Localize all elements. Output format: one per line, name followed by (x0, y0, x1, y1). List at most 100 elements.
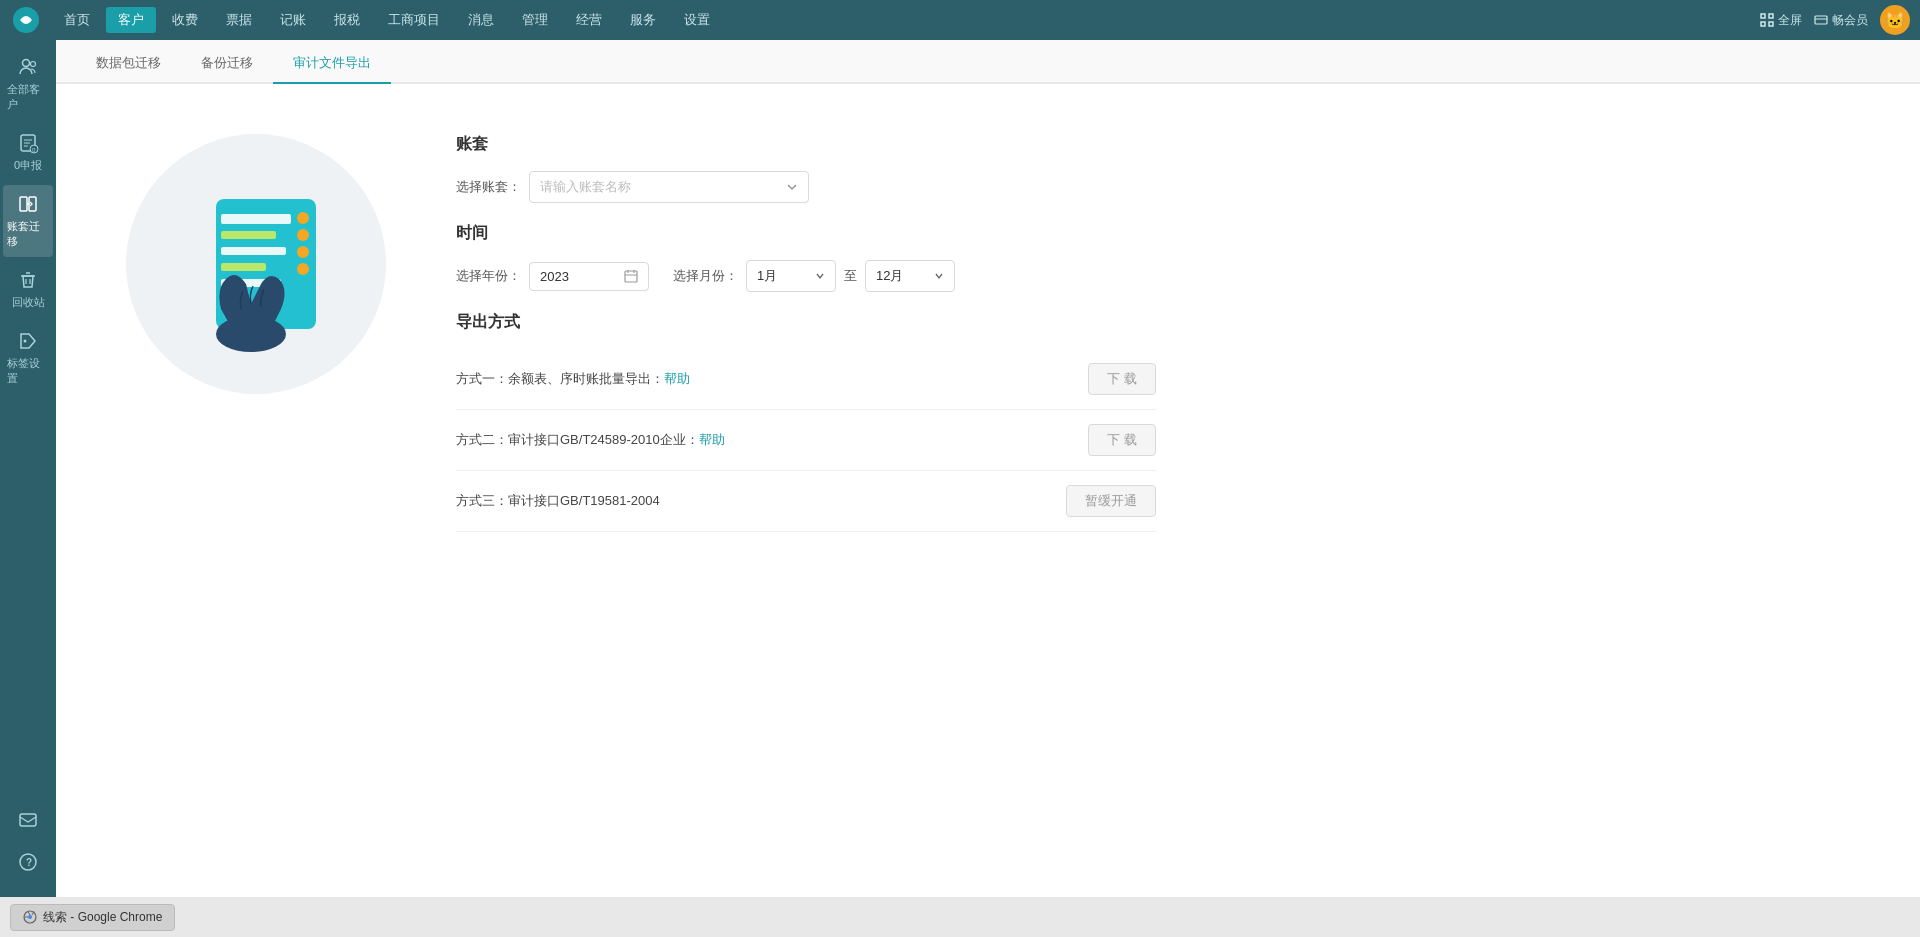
month-start-value: 1月 (757, 267, 777, 285)
nav-invoice[interactable]: 票据 (214, 7, 264, 33)
illustration-area (116, 124, 396, 404)
nav-message[interactable]: 消息 (456, 7, 506, 33)
month-label: 选择月份： (673, 267, 738, 285)
export-method-3-vip-btn[interactable]: 暂缓开通 (1066, 485, 1156, 517)
svg-rect-20 (221, 231, 276, 239)
svg-point-31 (28, 915, 32, 919)
sidebar-item-migrate[interactable]: 账套迁移 (3, 185, 53, 257)
svg-point-7 (23, 60, 30, 67)
svg-point-14 (24, 340, 27, 343)
fullscreen-label: 全屏 (1778, 12, 1802, 29)
svg-point-24 (297, 212, 309, 224)
export-method-1-help[interactable]: 帮助 (664, 371, 690, 386)
account-set-title: 账套 (456, 134, 1156, 155)
time-row: 选择年份： 2023 选择月份： 1月 (456, 260, 1156, 292)
app-logo (10, 4, 42, 36)
export-method-2-help[interactable]: 帮助 (699, 432, 725, 447)
export-method-2: 方式二：审计接口GB/T24589-2010企业：帮助 下 载 (456, 410, 1156, 471)
time-title: 时间 (456, 223, 1156, 244)
nav-service[interactable]: 服务 (618, 7, 668, 33)
account-set-placeholder: 请输入账套名称 (540, 178, 631, 196)
svg-text:?: ? (26, 857, 32, 868)
taskbar: 线索 - Google Chrome (0, 897, 1920, 937)
export-method-1-label: 方式一：余额表、序时账批量导出：帮助 (456, 370, 690, 388)
sidebar-item-all-customers[interactable]: 全部客户 (3, 48, 53, 120)
svg-rect-3 (1769, 14, 1773, 18)
svg-rect-4 (1761, 22, 1765, 26)
chrome-icon (23, 910, 37, 924)
sidebar-label-trash: 回收站 (12, 295, 45, 310)
chevron-down-icon-month-start (815, 271, 825, 281)
svg-rect-21 (221, 247, 286, 255)
svg-point-1 (23, 17, 29, 23)
svg-point-27 (297, 263, 309, 275)
nav-bookkeeping[interactable]: 记账 (268, 7, 318, 33)
nav-settings[interactable]: 设置 (672, 7, 722, 33)
top-nav: 首页 客户 收费 票据 记账 报税 工商项目 消息 管理 经营 服务 设置 全屏 (0, 0, 1920, 40)
tab-audit-export[interactable]: 审计文件导出 (273, 44, 391, 84)
chevron-down-icon-month-end (934, 271, 944, 281)
fullscreen-button[interactable]: 全屏 (1760, 12, 1802, 29)
svg-rect-19 (221, 214, 291, 224)
left-sidebar: 全部客户 0 0申报 账套迁移 回收站 (0, 40, 56, 897)
form-area: 账套 选择账套： 请输入账套名称 时间 选择年份： 20 (456, 124, 1156, 532)
content-area: 数据包迁移 备份迁移 审计文件导出 (56, 40, 1920, 897)
sidebar-label-zero-report: 0申报 (14, 158, 42, 173)
month-end-value: 12月 (876, 267, 903, 285)
nav-customer[interactable]: 客户 (106, 7, 156, 33)
sidebar-item-help[interactable]: ? (3, 843, 53, 881)
tab-bar: 数据包迁移 备份迁移 审计文件导出 (56, 40, 1920, 84)
year-label: 选择年份： (456, 267, 521, 285)
export-title: 导出方式 (456, 312, 1156, 333)
export-method-3-label: 方式三：审计接口GB/T19581-2004 (456, 492, 660, 510)
svg-point-25 (297, 229, 309, 241)
sidebar-label-all-customers: 全部客户 (7, 82, 49, 112)
svg-rect-22 (221, 263, 266, 271)
tab-data-migrate[interactable]: 数据包迁移 (76, 44, 181, 84)
account-set-row: 选择账套： 请输入账套名称 (456, 171, 1156, 203)
tab-backup-migrate[interactable]: 备份迁移 (181, 44, 273, 84)
export-method-3: 方式三：审计接口GB/T19581-2004 暂缓开通 (456, 471, 1156, 532)
year-input[interactable]: 2023 (529, 262, 649, 291)
user-avatar[interactable]: 🐱 (1880, 5, 1910, 35)
nav-business[interactable]: 工商项目 (376, 7, 452, 33)
taskbar-chrome-btn[interactable]: 线索 - Google Chrome (10, 904, 175, 931)
illustration-circle (126, 134, 386, 394)
taskbar-chrome-label: 线索 - Google Chrome (43, 909, 162, 926)
export-method-1-download-btn[interactable]: 下 载 (1088, 363, 1156, 395)
nav-tax[interactable]: 报税 (322, 7, 372, 33)
calendar-icon (624, 269, 638, 283)
sidebar-bottom: ? (3, 801, 53, 889)
chevron-down-icon (786, 181, 798, 193)
nav-manage[interactable]: 管理 (510, 7, 560, 33)
page-content: 账套 选择账套： 请输入账套名称 时间 选择年份： 20 (56, 84, 1920, 897)
export-method-2-download-btn[interactable]: 下 载 (1088, 424, 1156, 456)
nav-operation[interactable]: 经营 (564, 7, 614, 33)
nav-fee[interactable]: 收费 (160, 7, 210, 33)
svg-rect-12 (20, 197, 27, 211)
sidebar-label-migrate: 账套迁移 (7, 219, 49, 249)
sidebar-label-tag-settings: 标签设置 (7, 356, 49, 386)
nav-home[interactable]: 首页 (52, 7, 102, 33)
export-method-1: 方式一：余额表、序时账批量导出：帮助 下 载 (456, 349, 1156, 410)
main-layout: 全部客户 0 0申报 账套迁移 回收站 (0, 40, 1920, 897)
separator: 至 (844, 267, 857, 285)
account-set-label: 选择账套： (456, 178, 521, 196)
month-start-select[interactable]: 1月 (746, 260, 836, 292)
export-method-2-label: 方式二：审计接口GB/T24589-2010企业：帮助 (456, 431, 725, 449)
member-button[interactable]: 畅会员 (1814, 12, 1868, 29)
top-nav-right: 全屏 畅会员 🐱 (1760, 5, 1910, 35)
sidebar-item-zero-report[interactable]: 0 0申报 (3, 124, 53, 181)
svg-rect-2 (1761, 14, 1765, 18)
svg-point-8 (31, 62, 36, 67)
svg-rect-29 (625, 271, 637, 282)
svg-rect-15 (20, 814, 36, 826)
sidebar-item-tag-settings[interactable]: 标签设置 (3, 322, 53, 394)
year-value: 2023 (540, 269, 569, 284)
sidebar-item-trash[interactable]: 回收站 (3, 261, 53, 318)
account-set-select[interactable]: 请输入账套名称 (529, 171, 809, 203)
svg-point-26 (297, 246, 309, 258)
month-end-select[interactable]: 12月 (865, 260, 955, 292)
member-label: 畅会员 (1832, 12, 1868, 29)
sidebar-item-message[interactable] (3, 801, 53, 839)
